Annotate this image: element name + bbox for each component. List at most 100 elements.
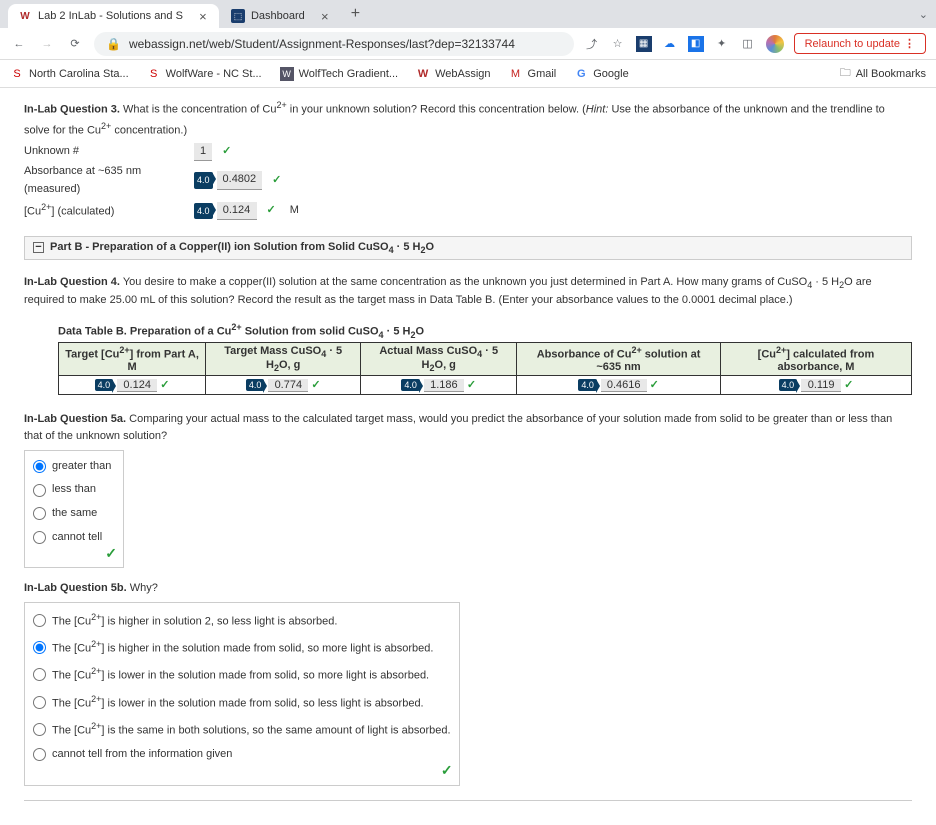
sidepanel-icon[interactable]: ◫ — [740, 36, 756, 52]
answer-field[interactable]: 4.01.186 — [401, 379, 464, 392]
webassign-favicon: W — [18, 9, 32, 23]
check-icon: ✓ — [222, 143, 231, 161]
check-icon: ✓ — [441, 759, 453, 781]
radio-input[interactable] — [33, 641, 46, 654]
folder-icon: 🗀 — [840, 64, 851, 83]
all-bookmarks-button[interactable]: 🗀All Bookmarks — [840, 64, 926, 83]
radio-input[interactable] — [33, 696, 46, 709]
col-header: Actual Mass CuSO4 · 5 H2O, g — [361, 342, 517, 375]
col-header: [Cu2+] calculated from absorbance, M — [720, 342, 911, 375]
radio-input[interactable] — [33, 668, 46, 681]
data-table-b: Target [Cu2+] from Part A, M Target Mass… — [58, 342, 912, 395]
bookmark-item[interactable]: GGoogle — [574, 67, 628, 81]
chevron-down-icon[interactable]: ⌄ — [919, 8, 928, 21]
extension-icon[interactable]: ▦ — [636, 36, 652, 52]
back-button[interactable]: ← — [10, 38, 28, 50]
radio-option[interactable]: less than — [33, 478, 115, 502]
bookmark-item[interactable]: SNorth Carolina Sta... — [10, 67, 129, 81]
answer-field[interactable]: 4.00.774 — [246, 379, 309, 392]
table-row: 4.00.124 ✓ 4.00.774 ✓ 4.01.186 ✓ 4.00.46… — [59, 376, 912, 395]
form-row-concentration: [Cu2+] (calculated) 4.00.124 ✓ M — [24, 200, 912, 221]
field-label: [Cu2+] (calculated) — [24, 200, 184, 221]
question-4: In-Lab Question 4. You desire to make a … — [24, 274, 912, 310]
radio-option[interactable]: greater than — [33, 455, 115, 479]
field-label: Absorbance at ~635 nm (measured) — [24, 163, 184, 198]
collapse-icon[interactable]: − — [33, 242, 44, 253]
form-row-absorbance: Absorbance at ~635 nm (measured) 4.00.48… — [24, 163, 912, 198]
close-tab-icon[interactable]: × — [197, 10, 209, 22]
answer-field[interactable]: 4.00.124 — [194, 202, 257, 221]
col-header: Absorbance of Cu2+ solution at ~635 nm — [517, 342, 721, 375]
profile-avatar[interactable] — [766, 35, 784, 53]
extension-icon[interactable]: ☁ — [662, 36, 678, 52]
lock-icon: 🔒 — [106, 37, 121, 51]
check-icon: ✓ — [311, 379, 320, 391]
check-icon: ✓ — [650, 379, 659, 391]
puzzle-icon[interactable]: ✦ — [714, 36, 730, 52]
bookmark-icon: W — [416, 67, 430, 81]
bookmark-item[interactable]: SWolfWare - NC St... — [147, 67, 262, 81]
radio-option[interactable]: The [Cu2+] is the same in both solutions… — [33, 716, 451, 743]
bookmark-item[interactable]: MGmail — [509, 67, 557, 81]
menu-icon[interactable]: ⋮ — [904, 37, 915, 50]
browser-tab[interactable]: ⬚ Dashboard × — [221, 4, 341, 28]
tab-title: Dashboard — [251, 10, 305, 22]
bookmark-icon: S — [10, 67, 24, 81]
check-icon: ✓ — [160, 379, 169, 391]
new-tab-button[interactable]: + — [351, 5, 360, 23]
part-b-header[interactable]: − Part B - Preparation of a Copper(II) i… — [24, 236, 912, 260]
forward-button: → — [38, 38, 56, 50]
radio-group-5b: The [Cu2+] is higher in solution 2, so l… — [24, 602, 460, 786]
radio-input[interactable] — [33, 723, 46, 736]
url-text: webassign.net/web/Student/Assignment-Res… — [129, 37, 515, 51]
relaunch-button[interactable]: Relaunch to update ⋮ — [794, 33, 926, 54]
star-icon[interactable]: ☆ — [610, 36, 626, 52]
answer-field[interactable]: 4.00.4802 — [194, 171, 262, 190]
bookmark-icon: S — [147, 67, 161, 81]
col-header: Target Mass CuSO4 · 5 H2O, g — [206, 342, 361, 375]
radio-option[interactable]: The [Cu2+] is lower in the solution made… — [33, 689, 451, 716]
browser-tab-strip: W Lab 2 InLab - Solutions and S × ⬚ Dash… — [0, 0, 936, 28]
table-header-row: Target [Cu2+] from Part A, M Target Mass… — [59, 342, 912, 375]
radio-input[interactable] — [33, 507, 46, 520]
answer-field[interactable]: 4.00.124 — [95, 379, 158, 392]
radio-option[interactable]: The [Cu2+] is higher in the solution mad… — [33, 634, 451, 661]
check-icon: ✓ — [272, 172, 281, 190]
extension-icon[interactable]: ◧ — [688, 36, 704, 52]
share-icon[interactable]: ⤴ — [584, 36, 600, 52]
radio-option[interactable]: the same — [33, 502, 115, 526]
bookmark-item[interactable]: WWolfTech Gradient... — [280, 67, 398, 81]
check-icon: ✓ — [844, 379, 853, 391]
check-icon: ✓ — [267, 202, 276, 220]
radio-option[interactable]: cannot tell — [33, 526, 115, 550]
gmail-icon: M — [509, 67, 523, 81]
toolbar-actions: ⤴ ☆ ▦ ☁ ◧ ✦ ◫ Relaunch to update ⋮ — [584, 33, 926, 54]
browser-tab-active[interactable]: W Lab 2 InLab - Solutions and S × — [8, 4, 219, 28]
radio-input[interactable] — [33, 460, 46, 473]
radio-option[interactable]: cannot tell from the information given — [33, 743, 451, 767]
radio-input[interactable] — [33, 748, 46, 761]
page-content: In-Lab Question 3. What is the concentra… — [0, 88, 936, 825]
address-bar[interactable]: 🔒 webassign.net/web/Student/Assignment-R… — [94, 32, 574, 56]
bookmark-item[interactable]: WWebAssign — [416, 67, 490, 81]
field-label: Unknown # — [24, 143, 184, 161]
check-icon: ✓ — [467, 379, 476, 391]
close-tab-icon[interactable]: × — [319, 10, 331, 22]
question-5a: In-Lab Question 5a. Comparing your actua… — [24, 411, 912, 569]
reload-button[interactable]: ⟳ — [66, 37, 84, 50]
unit-label: M — [290, 202, 299, 220]
question-label: In-Lab Question 5a. — [24, 413, 126, 425]
radio-group-5a: greater than less than the same cannot t… — [24, 450, 124, 568]
answer-field[interactable]: 4.00.119 — [779, 379, 842, 392]
answer-field[interactable]: 4.00.4616 — [578, 379, 646, 392]
question-label: In-Lab Question 5b. — [24, 582, 127, 594]
answer-field[interactable]: 1 — [194, 143, 212, 162]
radio-option[interactable]: The [Cu2+] is lower in the solution made… — [33, 661, 451, 688]
radio-input[interactable] — [33, 484, 46, 497]
col-header: Target [Cu2+] from Part A, M — [59, 342, 206, 375]
radio-option[interactable]: The [Cu2+] is higher in solution 2, so l… — [33, 607, 451, 634]
radio-input[interactable] — [33, 614, 46, 627]
bookmark-icon: W — [280, 67, 294, 81]
radio-input[interactable] — [33, 531, 46, 544]
dashboard-favicon: ⬚ — [231, 9, 245, 23]
